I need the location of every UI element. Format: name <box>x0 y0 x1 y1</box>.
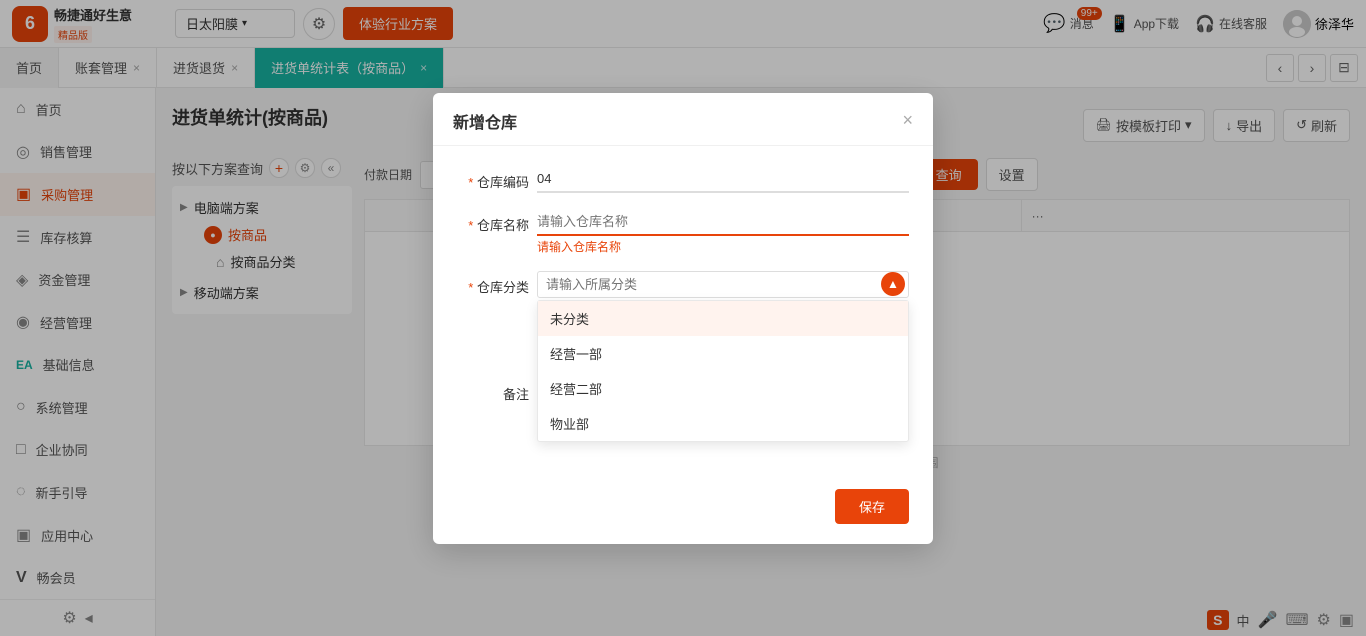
category-input[interactable] <box>537 271 909 298</box>
modal-header: 新增仓库 × <box>433 93 933 146</box>
category-dropdown-list: 未分类 经营一部 经营二部 物业部 <box>537 300 909 442</box>
modal-close-button[interactable]: × <box>902 110 913 131</box>
modal-footer: 保存 <box>433 477 933 544</box>
save-button[interactable]: 保存 <box>835 489 909 524</box>
code-label: * 仓库编码 <box>457 166 537 191</box>
name-error-msg: 请输入仓库名称 <box>537 238 909 255</box>
form-row-code: * 仓库编码 <box>457 166 909 193</box>
code-input[interactable] <box>537 166 909 192</box>
modal-new-warehouse: 新增仓库 × * 仓库编码 * 仓库名称 <box>433 93 933 544</box>
dropdown-option-ops1[interactable]: 经营一部 <box>538 336 908 371</box>
name-label: * 仓库名称 <box>457 209 537 234</box>
category-select-wrap: ▲ 未分类 经营一部 经营二部 物业部 <box>537 271 909 298</box>
dropdown-option-uncategorized[interactable]: 未分类 <box>538 301 908 336</box>
form-row-category: * 仓库分类 ▲ 未分类 经营一部 经营二部 物业部 <box>457 271 909 298</box>
modal-body: * 仓库编码 * 仓库名称 请输入仓库名称 <box>433 146 933 477</box>
code-input-wrap <box>537 166 909 193</box>
category-dropdown-button[interactable]: ▲ <box>881 272 905 296</box>
dropdown-option-ops2[interactable]: 经营二部 <box>538 371 908 406</box>
form-row-name: * 仓库名称 请输入仓库名称 <box>457 209 909 255</box>
name-input-wrap: 请输入仓库名称 <box>537 209 909 255</box>
category-label: * 仓库分类 <box>457 271 537 296</box>
remark-label: 备注 <box>457 378 537 403</box>
name-input[interactable] <box>537 209 909 236</box>
modal-title: 新增仓库 <box>453 109 517 133</box>
modal-overlay: 新增仓库 × * 仓库编码 * 仓库名称 <box>0 0 1366 636</box>
dropdown-option-property[interactable]: 物业部 <box>538 406 908 441</box>
